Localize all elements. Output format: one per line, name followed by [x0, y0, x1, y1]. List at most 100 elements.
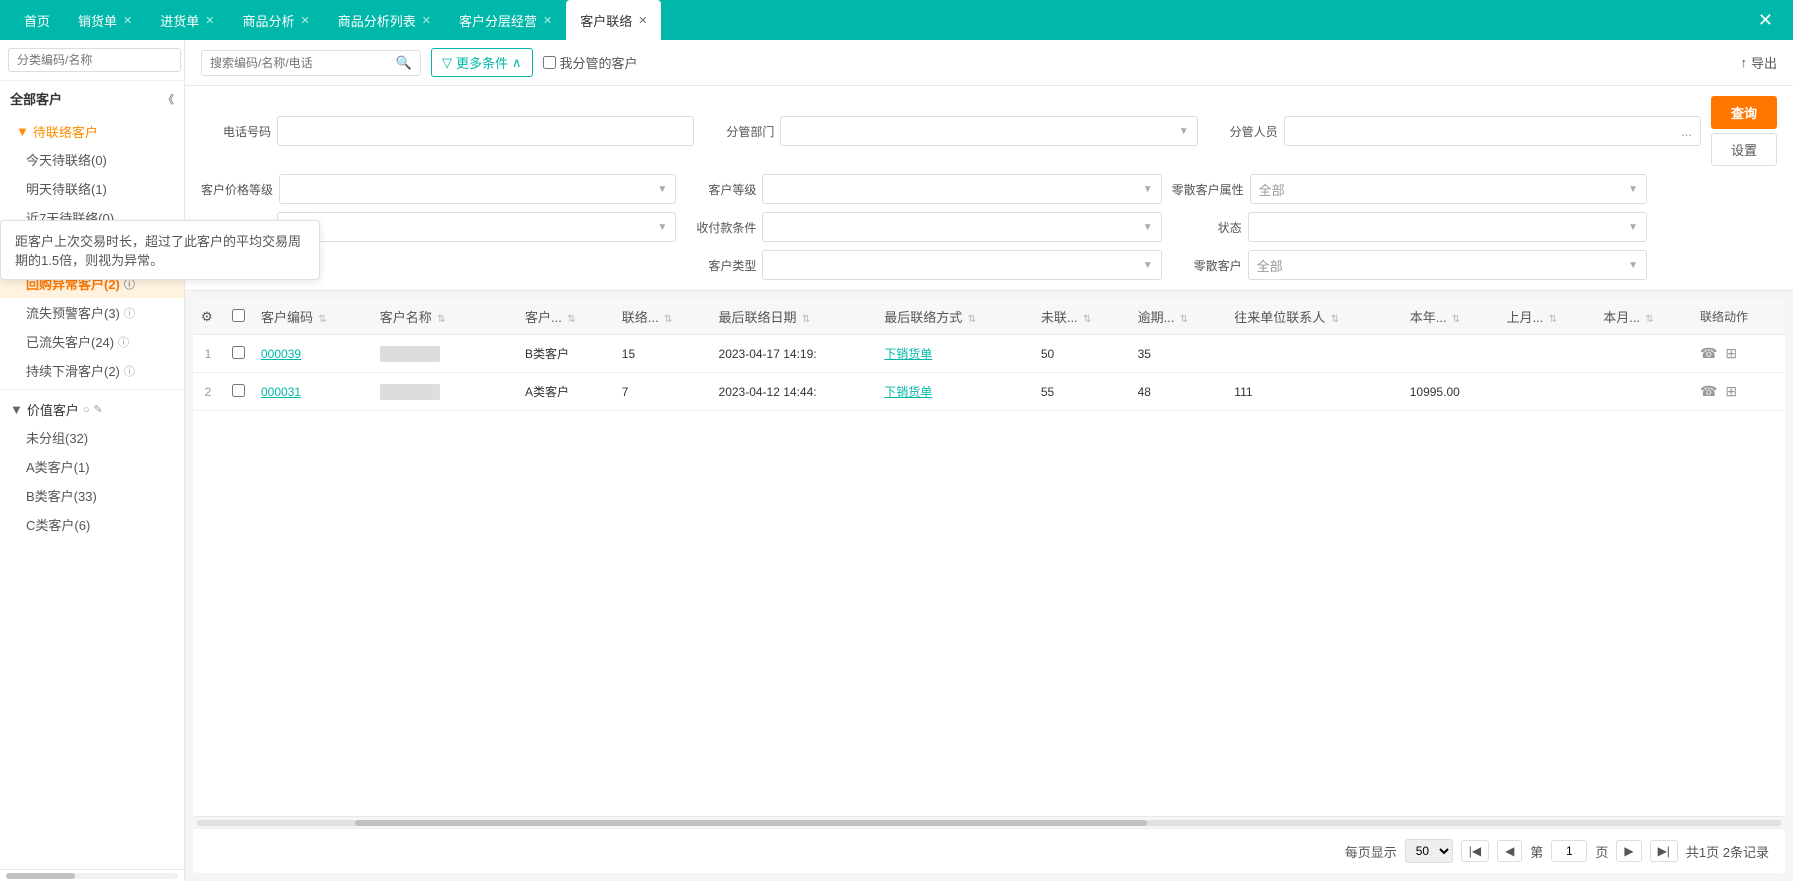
filter-status-select[interactable]: ▼ — [1248, 212, 1647, 242]
search-bar[interactable]: 🔍 — [201, 50, 421, 76]
sidebar-ungrouped[interactable]: 未分组(32) — [0, 423, 184, 452]
nav-home[interactable]: 首页 — [10, 0, 64, 40]
filter-customer-grade-select[interactable]: ▼ — [762, 174, 1161, 204]
row1-grid-icon[interactable]: ⊞ — [1725, 345, 1737, 362]
th-settings[interactable]: ⚙ — [193, 299, 223, 335]
sidebar-class-a[interactable]: A类客户(1) — [0, 452, 184, 481]
close-sales-icon[interactable]: ✕ — [123, 14, 132, 27]
nav-sales[interactable]: 销货单 ✕ — [64, 0, 146, 40]
row1-last-method[interactable]: 下销货单 — [876, 335, 1033, 373]
sidebar-search-input[interactable] — [8, 48, 181, 72]
search-bar-icon[interactable]: 🔍 — [396, 55, 412, 71]
nav-purchase[interactable]: 进货单 ✕ — [146, 0, 228, 40]
nav-customer-contact[interactable]: 客户联络 ✕ — [566, 0, 661, 40]
nav-product-list[interactable]: 商品分析列表 ✕ — [324, 0, 445, 40]
row1-this-year — [1402, 335, 1499, 373]
my-customer-checkbox-area[interactable]: 我分管的客户 — [543, 53, 638, 72]
more-filter-button[interactable]: ▽ 更多条件 ∧ — [431, 48, 533, 77]
last-month-sort-icon[interactable]: ⇅ — [1549, 314, 1557, 325]
export-icon: ↑ — [1740, 55, 1747, 70]
close-customer-segment-icon[interactable]: ✕ — [543, 14, 552, 27]
page-input[interactable] — [1551, 840, 1587, 862]
not-contacted-sort-icon[interactable]: ⇅ — [1083, 314, 1091, 325]
sidebar-collapse-icon[interactable]: 《 — [163, 91, 174, 107]
filter-manager-select[interactable]: ... — [1284, 116, 1701, 146]
row2-grid-icon[interactable]: ⊞ — [1725, 383, 1737, 400]
row1-phone-icon[interactable]: ☎ — [1700, 345, 1717, 362]
filter-retail-customer-select[interactable]: 全部 ▼ — [1248, 250, 1647, 280]
filter-nature-select[interactable]: ▼ — [277, 212, 676, 242]
value-group-edit-icon[interactable]: ○ — [83, 404, 90, 416]
last-date-sort-icon[interactable]: ⇅ — [802, 314, 810, 325]
filter-retail-attr-select[interactable]: 全部 ▼ — [1250, 174, 1647, 204]
filter-phone-label: 电话号码 — [201, 123, 271, 140]
tooltip-box: 距客户上次交易时长，超过了此客户的平均交易周期的1.5倍，则视为异常。 — [0, 220, 185, 280]
filter-department-select[interactable]: ▼ — [780, 116, 1197, 146]
last-method-sort-icon[interactable]: ⇅ — [968, 314, 976, 325]
my-customer-checkbox[interactable] — [543, 56, 556, 69]
row2-phone-icon[interactable]: ☎ — [1700, 383, 1717, 400]
sidebar-class-c[interactable]: C类客户(6) — [0, 510, 184, 539]
row1-checkbox[interactable] — [232, 346, 245, 359]
search-input[interactable] — [210, 56, 396, 70]
sidebar-churn-warning[interactable]: 流失预警客户(3) ⓘ — [0, 298, 184, 327]
table-settings-icon[interactable]: ⚙ — [201, 309, 213, 324]
last-page-button[interactable]: ▶| — [1650, 840, 1678, 862]
row2-code[interactable]: 000031 — [253, 373, 372, 411]
close-purchase-icon[interactable]: ✕ — [205, 14, 214, 27]
manager-more-icon[interactable]: ... — [1681, 124, 1692, 139]
export-button[interactable]: ↑ 导出 — [1740, 53, 1777, 72]
close-all-button[interactable]: ✕ — [1748, 10, 1783, 31]
row2-last-method[interactable]: 下销货单 — [876, 373, 1033, 411]
contact-sort-icon[interactable]: ⇅ — [664, 314, 672, 325]
horizontal-scrollbar[interactable] — [193, 816, 1785, 828]
first-page-button[interactable]: |◀ — [1461, 840, 1489, 862]
sidebar-today-contact[interactable]: 今天待联络(0) — [0, 145, 184, 174]
unit-contact-sort-icon[interactable]: ⇅ — [1331, 314, 1339, 325]
row2-checkbox-cell[interactable] — [223, 373, 253, 411]
close-product-analysis-icon[interactable]: ✕ — [301, 14, 310, 27]
value-group-settings-icon[interactable]: ✎ — [94, 403, 103, 416]
churned-info-icon[interactable]: ⓘ — [118, 334, 129, 350]
filter-customer-type-select[interactable]: ▼ — [762, 250, 1161, 280]
nav-customer-segment[interactable]: 客户分层经营 ✕ — [445, 0, 566, 40]
sidebar-class-b[interactable]: B类客户(33) — [0, 481, 184, 510]
sidebar-churned[interactable]: 已流失客户(24) ⓘ — [0, 327, 184, 356]
filter-row-3: 性质 ▼ 收付款条件 ▼ 状态 — [201, 212, 1777, 242]
filter-payment-select[interactable]: ▼ — [762, 212, 1161, 242]
sidebar-tomorrow-contact[interactable]: 明天待联络(1) — [0, 174, 184, 203]
query-button[interactable]: 查询 — [1711, 96, 1777, 129]
th-last-date: 最后联络日期 ⇅ — [711, 299, 877, 335]
scrollbar-thumb[interactable] — [355, 820, 1147, 826]
filter-price-grade-select[interactable]: ▼ — [279, 174, 676, 204]
type-sort-icon[interactable]: ⇅ — [567, 314, 575, 325]
filter-department-label: 分管部门 — [704, 123, 774, 140]
th-checkbox[interactable] — [223, 299, 253, 335]
code-sort-icon[interactable]: ⇅ — [318, 314, 326, 325]
per-page-select[interactable]: 50 — [1405, 839, 1453, 863]
row1-code[interactable]: 000039 — [253, 335, 372, 373]
table-scroll-area[interactable]: ⚙ 客户编码 ⇅ 客户名称 ⇅ 客户... — [193, 299, 1785, 816]
select-all-checkbox[interactable] — [232, 309, 245, 322]
next-page-button[interactable]: ▶ — [1616, 840, 1641, 862]
prev-page-button[interactable]: ◀ — [1497, 840, 1522, 862]
customer-type-down-icon: ▼ — [1143, 260, 1153, 271]
row2-checkbox[interactable] — [232, 384, 245, 397]
close-product-list-icon[interactable]: ✕ — [422, 14, 431, 27]
sidebar-declining[interactable]: 持续下滑客户(2) ⓘ — [0, 356, 184, 385]
sidebar-all-customers-header[interactable]: 全部客户 《 — [0, 81, 184, 116]
set-button[interactable]: 设置 — [1711, 133, 1777, 166]
row1-checkbox-cell[interactable] — [223, 335, 253, 373]
overdue-sort-icon[interactable]: ⇅ — [1180, 314, 1188, 325]
nav-product-analysis[interactable]: 商品分析 ✕ — [228, 0, 323, 40]
declining-info-icon[interactable]: ⓘ — [124, 363, 135, 379]
this-year-sort-icon[interactable]: ⇅ — [1452, 314, 1460, 325]
name-sort-icon[interactable]: ⇅ — [437, 314, 445, 325]
churn-warning-info-icon[interactable]: ⓘ — [124, 305, 135, 321]
sidebar-divider — [0, 389, 184, 390]
close-customer-contact-icon[interactable]: ✕ — [638, 14, 647, 27]
this-month-sort-icon[interactable]: ⇅ — [1645, 314, 1653, 325]
filter-phone-input[interactable] — [277, 116, 694, 146]
sidebar-value-group[interactable]: ▼ 价值客户 ○ ✎ — [0, 394, 184, 423]
sidebar-waiting-contact-group[interactable]: ▼ 待联络客户 — [0, 116, 184, 145]
